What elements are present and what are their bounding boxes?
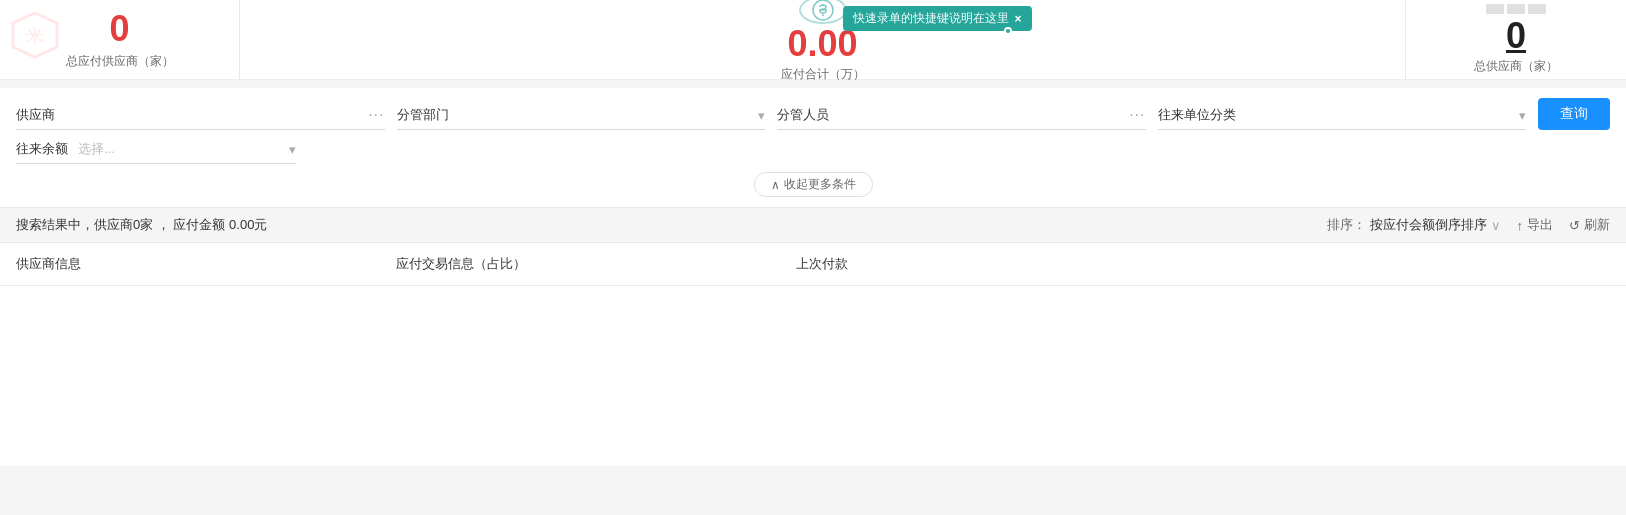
result-text: 搜索结果中，供应商0家 (16, 217, 153, 232)
filter-row-2: 往来余额 选择... ▾ (16, 140, 1610, 164)
filter-row-1: 供应商 ··· 分管部门 ▾ 分管人员 ··· 往来单位分类 ▾ 查询 (16, 98, 1610, 130)
col-payment-header: 上次付款 (796, 255, 1610, 273)
supplier-dots-icon[interactable]: ··· (368, 106, 384, 124)
sort-control[interactable]: 排序： 按应付会额倒序排序 ∨ (1327, 216, 1501, 234)
sort-label: 排序： (1327, 216, 1366, 234)
refresh-button[interactable]: ↺ 刷新 (1569, 216, 1610, 234)
col-transaction-header: 应付交易信息（占比） (396, 255, 796, 273)
collapse-icon: ∧ (771, 178, 780, 192)
balance-placeholder: 选择... (78, 140, 115, 158)
tooltip-dot (1004, 27, 1012, 35)
export-icon: ↑ (1517, 218, 1524, 233)
result-info: 搜索结果中，供应商0家 ， 应付金额 0.00元 (16, 216, 267, 234)
filter-dept[interactable]: 分管部门 ▾ (397, 106, 766, 130)
balance-label: 往来余额 (16, 140, 68, 158)
stat-amount-payable: 快速录单的快捷键说明在这里 × 0.00 应付合计（万） (240, 0, 1406, 79)
dept-arrow-icon[interactable]: ▾ (758, 108, 765, 123)
filter-bar: 供应商 ··· 分管部门 ▾ 分管人员 ··· 往来单位分类 ▾ 查询 往来余额 (0, 88, 1626, 207)
refresh-label[interactable]: 刷新 (1584, 216, 1610, 234)
result-actions: 排序： 按应付会额倒序排序 ∨ ↑ 导出 ↺ 刷新 (1327, 216, 1611, 234)
stat-label-total: 总供应商（家） (1474, 58, 1558, 75)
balance-arrow-icon[interactable]: ▾ (289, 142, 296, 157)
col-supplier-header: 供应商信息 (16, 255, 396, 273)
result-amount: 应付金额 0.00元 (173, 217, 267, 232)
person-dots-icon[interactable]: ··· (1129, 106, 1145, 124)
sort-value: 按应付会额倒序排序 (1370, 216, 1487, 234)
unit-class-arrow-icon[interactable]: ▾ (1519, 108, 1526, 123)
filter-unit-class[interactable]: 往来单位分类 ▾ (1158, 106, 1527, 130)
sort-arrow-icon[interactable]: ∨ (1491, 218, 1501, 233)
svg-text:米: 米 (26, 26, 44, 46)
result-bar: 搜索结果中，供应商0家 ， 应付金额 0.00元 排序： 按应付会额倒序排序 ∨… (0, 207, 1626, 243)
table-header: 供应商信息 应付交易信息（占比） 上次付款 (0, 243, 1626, 286)
supplier-label: 供应商 (16, 106, 55, 124)
refresh-icon: ↺ (1569, 218, 1580, 233)
amount-icon (799, 0, 847, 24)
tooltip-close-icon[interactable]: × (1015, 12, 1022, 26)
stat-total-suppliers: 0 总供应商（家） (1406, 0, 1626, 79)
shortcut-tooltip[interactable]: 快速录单的快捷键说明在这里 × (843, 6, 1032, 31)
stat-number-payable: 0 (109, 9, 129, 49)
stat-label-payable: 总应付供应商（家） (66, 53, 174, 70)
stat-number-total: 0 (1506, 18, 1526, 54)
tooltip-text: 快速录单的快捷键说明在这里 (853, 10, 1009, 27)
result-comma: ， (157, 217, 170, 232)
dept-label: 分管部门 (397, 106, 449, 124)
table-body (0, 286, 1626, 466)
filter-balance[interactable]: 往来余额 选择... ▾ (16, 140, 296, 164)
stat-label-amount: 应付合计（万） (781, 66, 865, 83)
export-button[interactable]: ↑ 导出 (1517, 216, 1554, 234)
query-button[interactable]: 查询 (1538, 98, 1610, 130)
stat-number-amount: 0.00 (787, 26, 857, 62)
collapse-button[interactable]: ∧ 收起更多条件 (754, 172, 873, 197)
filter-person[interactable]: 分管人员 ··· (777, 106, 1146, 130)
filter-supplier[interactable]: 供应商 ··· (16, 106, 385, 130)
collapse-label: 收起更多条件 (784, 176, 856, 193)
export-label[interactable]: 导出 (1527, 216, 1553, 234)
collapse-row: ∧ 收起更多条件 (16, 172, 1610, 207)
person-label: 分管人员 (777, 106, 829, 124)
unit-class-label: 往来单位分类 (1158, 106, 1236, 124)
